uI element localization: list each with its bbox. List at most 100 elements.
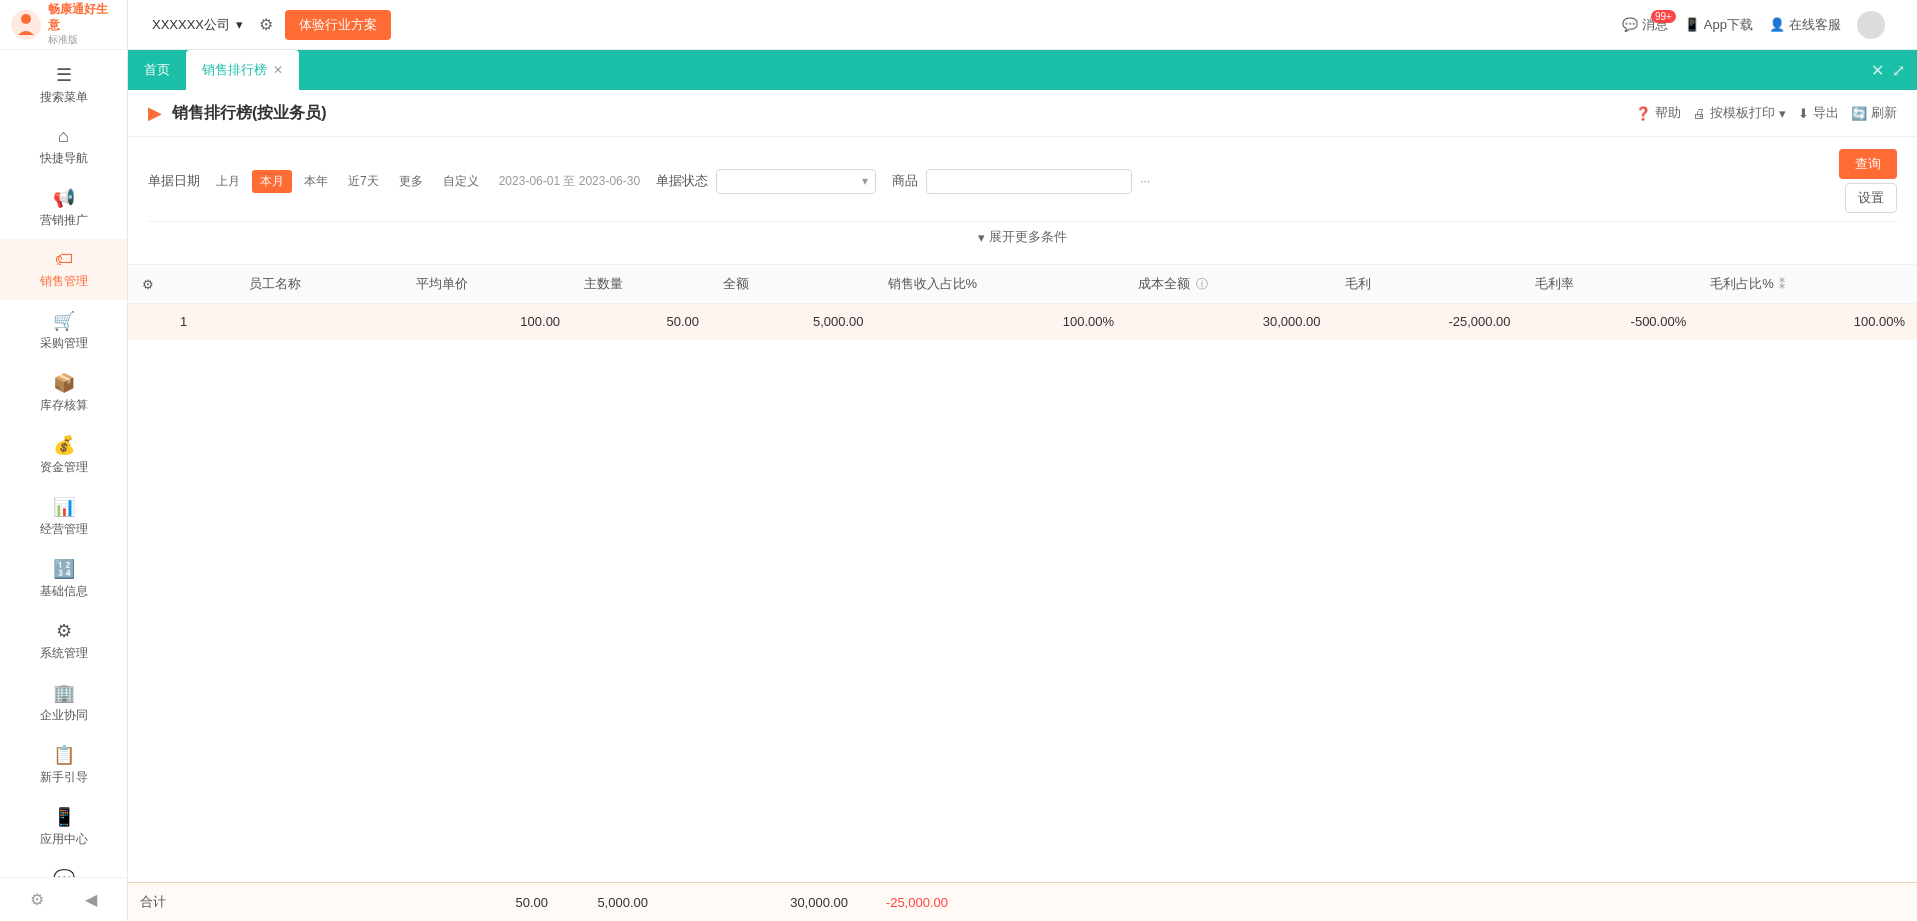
row-amount: 5,000.00 [711, 304, 876, 340]
window-max-icon[interactable]: ⤢ [1892, 61, 1905, 80]
message-icon: 💬 [1622, 17, 1638, 32]
sidebar-settings-icon[interactable]: ⚙ [30, 890, 44, 909]
sidebar-item-wechat[interactable]: 💬 企业微信 [0, 858, 127, 877]
sidebar-footer: ⚙ ◀ [0, 877, 127, 921]
col-cost: 成本全额 ⓘ [1126, 265, 1332, 304]
sidebar-item-quick-nav[interactable]: ⌂ 快捷导航 [0, 116, 127, 177]
goods-input[interactable] [926, 169, 1132, 194]
sidebar-label-marketing: 营销推广 [40, 212, 88, 229]
filter-ellipsis: ··· [1140, 174, 1150, 188]
enterprise-icon: 🏢 [53, 682, 75, 704]
sidebar-label-guide: 新手引导 [40, 769, 88, 786]
status-select-wrapper [716, 169, 876, 194]
sidebar-item-apps[interactable]: 📱 应用中心 [0, 796, 127, 858]
status-select[interactable] [716, 169, 876, 194]
company-settings-icon[interactable]: ⚙ [259, 15, 273, 34]
row-profit-pct: 100.00% [1698, 304, 1917, 340]
sidebar-item-guide[interactable]: 📋 新手引导 [0, 734, 127, 796]
tab-close-icon[interactable]: ✕ [273, 63, 283, 77]
page-header: ▶ 销售排行榜(按业务员) ❓ 帮助 🖨 按模板打印 ▾ ⬇ 导出 [128, 90, 1917, 137]
data-table-section: ⚙ 员工名称 平均单价 主数量 全额 销售收入占比% 成本全额 ⓘ 毛利 毛利率 [128, 265, 1917, 882]
svg-point-1 [21, 14, 31, 24]
col-amount: 全额 [711, 265, 876, 304]
date-tab-7days[interactable]: 近7天 [340, 170, 387, 193]
row-employee [237, 304, 405, 340]
sidebar-item-purchase[interactable]: 🛒 采购管理 [0, 300, 127, 362]
sidebar-label-search: 搜索菜单 [40, 89, 88, 106]
wechat-icon: 💬 [53, 868, 75, 877]
window-close-icon[interactable]: ✕ [1871, 61, 1884, 80]
system-icon: ⚙ [56, 620, 72, 642]
sidebar-item-marketing[interactable]: 📢 营销推广 [0, 177, 127, 239]
refresh-button[interactable]: 🔄 刷新 [1851, 104, 1897, 122]
app-name: 畅康通好生意 [48, 2, 117, 33]
content-wrapper: ▶ 销售排行榜(按业务员) ❓ 帮助 🖨 按模板打印 ▾ ⬇ 导出 [128, 90, 1917, 921]
sidebar-item-basic[interactable]: 🔢 基础信息 [0, 548, 127, 610]
sidebar-item-system[interactable]: ⚙ 系统管理 [0, 610, 127, 672]
filter-settings-button[interactable]: 设置 [1845, 183, 1897, 213]
sidebar-label-sales: 销售管理 [40, 273, 88, 290]
sidebar-item-sales[interactable]: 🏷 销售管理 [0, 239, 127, 300]
date-tab-this-month[interactable]: 本月 [252, 170, 292, 193]
footer-cost: 30,000.00 [760, 895, 860, 910]
date-filter-label: 单据日期 [148, 172, 200, 190]
company-name: XXXXXX公司 [152, 16, 230, 34]
query-button[interactable]: 查询 [1839, 149, 1897, 179]
tab-sales-ranking-label: 销售排行榜 [202, 61, 267, 79]
print-button[interactable]: 🖨 按模板打印 ▾ [1693, 104, 1786, 122]
export-button[interactable]: ⬇ 导出 [1798, 104, 1839, 122]
date-tab-more[interactable]: 更多 [391, 170, 431, 193]
sidebar-item-inventory[interactable]: 📦 库存核算 [0, 362, 127, 424]
table-header-row: ⚙ 员工名称 平均单价 主数量 全额 销售收入占比% 成本全额 ⓘ 毛利 毛利率 [128, 265, 1917, 304]
sidebar-item-operation[interactable]: 📊 经营管理 [0, 486, 127, 548]
col-avg-price: 平均单价 [404, 265, 572, 304]
expand-more-conditions[interactable]: ▾ 展开更多条件 [148, 221, 1897, 252]
row-main-qty: 50.00 [572, 304, 711, 340]
footer-amount: 5,000.00 [560, 895, 660, 910]
sidebar-item-search[interactable]: ☰ 搜索菜单 [0, 54, 127, 116]
sidebar-label-finance: 资金管理 [40, 459, 88, 476]
col-sales-pct: 销售收入占比% [876, 265, 1126, 304]
sidebar-collapse-icon[interactable]: ◀ [85, 890, 97, 909]
sidebar-label-system: 系统管理 [40, 645, 88, 662]
help-button[interactable]: ❓ 帮助 [1635, 104, 1681, 122]
col-settings[interactable]: ⚙ [128, 265, 168, 304]
tab-home[interactable]: 首页 [128, 50, 186, 90]
row-profit-rate: -500.00% [1523, 304, 1699, 340]
tab-sales-ranking[interactable]: 销售排行榜 ✕ [186, 50, 299, 90]
message-button[interactable]: 💬 消息 99+ [1622, 16, 1668, 34]
online-service-button[interactable]: 👤 在线客服 [1769, 16, 1841, 34]
page-title: 销售排行榜(按业务员) [172, 103, 327, 124]
table-body: 1 100.00 50.00 5,000.00 100.00% 30,000.0… [128, 304, 1917, 340]
user-avatar[interactable] [1857, 11, 1885, 39]
service-label: 在线客服 [1789, 16, 1841, 34]
date-tab-custom[interactable]: 自定义 [435, 170, 487, 193]
profit-pct-icon[interactable]: ⁑ [1779, 277, 1785, 291]
company-dropdown-icon: ▾ [236, 17, 243, 32]
date-tab-last-month[interactable]: 上月 [208, 170, 248, 193]
operation-icon: 📊 [53, 496, 75, 518]
sidebar-item-finance[interactable]: 💰 资金管理 [0, 424, 127, 486]
sidebar-item-enterprise[interactable]: 🏢 企业协同 [0, 672, 127, 734]
app-download-button[interactable]: 📱 App下载 [1684, 16, 1753, 34]
col-main-qty: 主数量 [572, 265, 711, 304]
goods-filter-label: 商品 [892, 172, 918, 190]
date-tab-this-year[interactable]: 本年 [296, 170, 336, 193]
message-badge: 99+ [1651, 10, 1676, 23]
home-icon: ⌂ [58, 126, 69, 147]
expand-icon[interactable]: ▶ [148, 102, 162, 124]
row-cost: 30,000.00 [1126, 304, 1332, 340]
tab-bar: 首页 销售排行榜 ✕ ✕ ⤢ [128, 50, 1917, 90]
cost-info-icon[interactable]: ⓘ [1196, 277, 1208, 291]
marketing-icon: 📢 [53, 187, 75, 209]
sidebar-nav: ☰ 搜索菜单 ⌂ 快捷导航 📢 营销推广 🏷 销售管理 🛒 采购管理 📦 库存核… [0, 50, 127, 877]
row-sales-pct: 100.00% [876, 304, 1126, 340]
col-profit-pct: 毛利占比% ⁑ [1698, 265, 1917, 304]
date-tabs: 上月 本月 本年 近7天 更多 自定义 [208, 170, 487, 193]
company-selector[interactable]: XXXXXX公司 ▾ [144, 12, 251, 38]
sidebar-label-quick-nav: 快捷导航 [40, 150, 88, 167]
footer-total-label: 合计 [140, 893, 480, 911]
trial-button[interactable]: 体验行业方案 [285, 10, 391, 40]
date-range-display: 2023-06-01 至 2023-06-30 [499, 173, 640, 190]
row-avg-price: 100.00 [404, 304, 572, 340]
